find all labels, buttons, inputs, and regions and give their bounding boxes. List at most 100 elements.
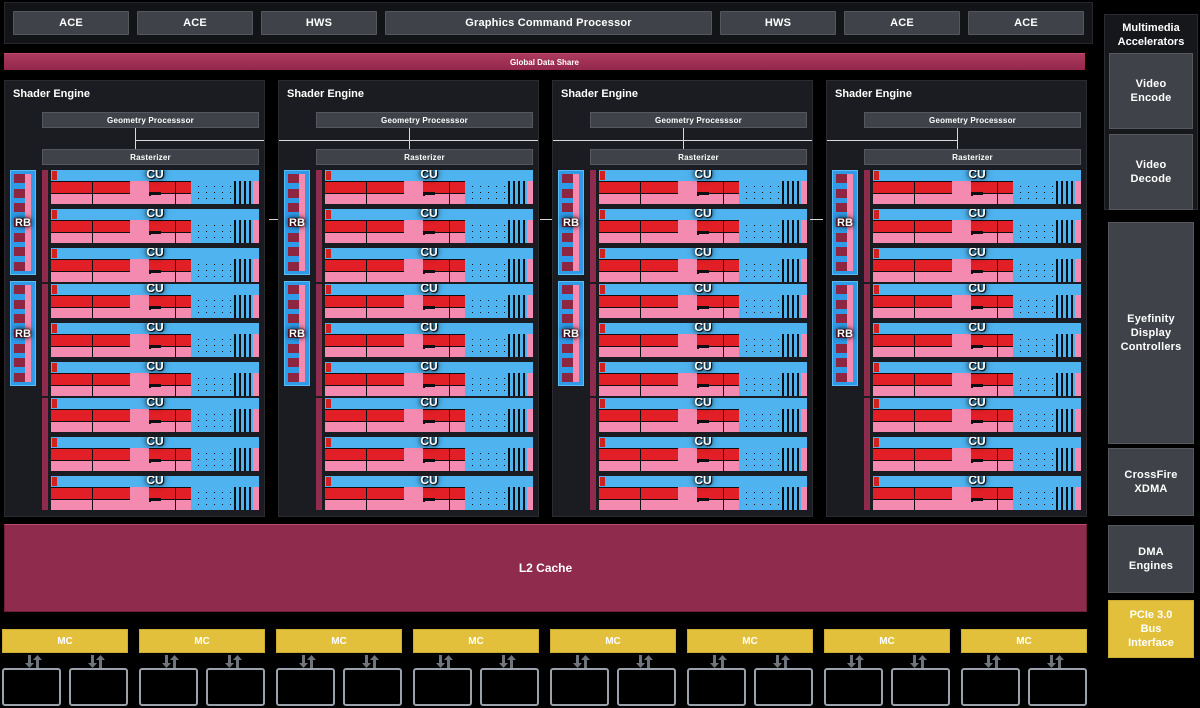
compute-unit[interactable]: CU — [325, 284, 533, 318]
compute-unit[interactable]: CU — [599, 362, 807, 396]
cu-simd-lane — [599, 221, 640, 232]
compute-unit[interactable]: CU — [599, 437, 807, 471]
compute-unit[interactable]: CU — [873, 362, 1081, 396]
rasterizer-block[interactable]: Rasterizer — [864, 149, 1081, 165]
bidirectional-arrow-icon — [709, 655, 729, 668]
compute-unit[interactable]: CU — [873, 284, 1081, 318]
compute-unit[interactable]: CU — [325, 170, 533, 204]
memory-chip-group — [413, 668, 539, 706]
cu-simd-lane — [873, 232, 914, 243]
cu-marker — [600, 171, 605, 180]
compute-unit[interactable]: CU — [51, 209, 259, 243]
render-backend-block[interactable]: RB — [284, 170, 310, 275]
memory-controller-block[interactable]: MC — [550, 629, 676, 653]
cu-register-file — [465, 295, 533, 318]
compute-unit[interactable]: CU — [873, 209, 1081, 243]
command-block-ace[interactable]: ACE — [137, 11, 253, 35]
compute-unit[interactable]: CU — [325, 437, 533, 471]
cu-scalar-unit — [678, 334, 697, 357]
render-backend-block[interactable]: RB — [558, 281, 584, 386]
shader-engine-3[interactable]: Shader Engine Geometry Processsor Rasteriz… — [552, 80, 813, 517]
compute-unit[interactable]: CU — [599, 170, 807, 204]
video-decode-block[interactable]: Video Decode — [1109, 134, 1193, 210]
cu-simd-array — [599, 409, 807, 432]
render-backend-block[interactable]: RB — [558, 170, 584, 275]
memory-controller-block[interactable]: MC — [824, 629, 950, 653]
cu-scheduler-bar — [599, 209, 807, 220]
command-block-ace[interactable]: ACE — [844, 11, 960, 35]
rasterizer-block[interactable]: Rasterizer — [316, 149, 533, 165]
compute-unit[interactable]: CU — [51, 170, 259, 204]
geometry-processor-block[interactable]: Geometry Processsor — [864, 112, 1081, 128]
cu-register-tail — [253, 373, 259, 396]
compute-unit[interactable]: CU — [599, 248, 807, 282]
compute-unit[interactable]: CU — [325, 209, 533, 243]
compute-unit[interactable]: CU — [873, 476, 1081, 510]
compute-unit[interactable]: CU — [51, 437, 259, 471]
compute-unit[interactable]: CU — [51, 284, 259, 318]
compute-unit-stack: CU CU CU — [325, 398, 533, 510]
cu-register-file — [1013, 220, 1081, 243]
render-backend-block[interactable]: RB — [284, 281, 310, 386]
cu-simd-lane — [914, 271, 956, 282]
rasterizer-block[interactable]: Rasterizer — [590, 149, 807, 165]
eyefinity-display-controllers-block[interactable]: Eyefinity Display Controllers — [1108, 222, 1194, 444]
compute-unit[interactable]: CU — [599, 398, 807, 432]
command-block-ace[interactable]: ACE — [13, 11, 129, 35]
rasterizer-block[interactable]: Rasterizer — [42, 149, 259, 165]
cu-register-tail — [801, 373, 807, 396]
cu-scheduler-bar — [873, 284, 1081, 295]
compute-unit[interactable]: CU — [325, 362, 533, 396]
compute-unit[interactable]: CU — [51, 398, 259, 432]
compute-unit[interactable]: CU — [873, 248, 1081, 282]
cu-simd-lane — [640, 271, 682, 282]
command-block-ace[interactable]: ACE — [968, 11, 1084, 35]
memory-controller-block[interactable]: MC — [2, 629, 128, 653]
pcie-bus-interface-block[interactable]: PCIe 3.0 Bus Interface — [1108, 600, 1194, 658]
compute-unit[interactable]: CU — [873, 398, 1081, 432]
compute-unit[interactable]: CU — [51, 323, 259, 357]
compute-unit[interactable]: CU — [599, 209, 807, 243]
geometry-processor-block[interactable]: Geometry Processsor — [590, 112, 807, 128]
compute-unit[interactable]: CU — [325, 398, 533, 432]
dma-engines-block[interactable]: DMA Engines — [1108, 525, 1194, 593]
memory-controller-block[interactable]: MC — [139, 629, 265, 653]
geometry-processor-block[interactable]: Geometry Processsor — [42, 112, 259, 128]
memory-controller-block[interactable]: MC — [276, 629, 402, 653]
compute-unit[interactable]: CU — [325, 476, 533, 510]
cu-register-file — [465, 220, 533, 243]
command-block-graphics-command-processor[interactable]: Graphics Command Processor — [385, 11, 712, 35]
compute-unit[interactable]: CU — [51, 476, 259, 510]
shader-engine-4[interactable]: Shader Engine Geometry Processsor Rasteriz… — [826, 80, 1087, 517]
cu-simd-lane — [51, 182, 92, 193]
crossfire-xdma-block[interactable]: CrossFire XDMA — [1108, 448, 1194, 516]
geometry-processor-block[interactable]: Geometry Processsor — [316, 112, 533, 128]
cu-register-tail — [1075, 487, 1081, 510]
cu-simd-lane — [325, 182, 366, 193]
memory-controller-block[interactable]: MC — [961, 629, 1087, 653]
render-backend-block[interactable]: RB — [832, 170, 858, 275]
render-backend-block[interactable]: RB — [10, 170, 36, 275]
compute-unit[interactable]: CU — [599, 284, 807, 318]
compute-unit[interactable]: CU — [599, 476, 807, 510]
render-backend-block[interactable]: RB — [10, 281, 36, 386]
command-block-hws[interactable]: HWS — [261, 11, 377, 35]
memory-controller-block[interactable]: MC — [687, 629, 813, 653]
cu-marker — [874, 399, 879, 408]
command-block-hws[interactable]: HWS — [720, 11, 836, 35]
compute-unit[interactable]: CU — [873, 170, 1081, 204]
compute-unit[interactable]: CU — [599, 323, 807, 357]
compute-unit[interactable]: CU — [325, 323, 533, 357]
compute-unit[interactable]: CU — [873, 323, 1081, 357]
compute-unit[interactable]: CU — [51, 362, 259, 396]
compute-unit[interactable]: CU — [51, 248, 259, 282]
memory-controller-block[interactable]: MC — [413, 629, 539, 653]
compute-unit[interactable]: CU — [325, 248, 533, 282]
cu-marker — [874, 171, 879, 180]
shader-engine-2[interactable]: Shader Engine Geometry Processsor Rasteriz… — [278, 80, 539, 517]
bidirectional-arrow-icon — [772, 655, 792, 668]
render-backend-block[interactable]: RB — [832, 281, 858, 386]
shader-engine-1[interactable]: Shader Engine Geometry Processsor Rasteriz… — [4, 80, 265, 517]
video-encode-block[interactable]: Video Encode — [1109, 53, 1193, 129]
compute-unit[interactable]: CU — [873, 437, 1081, 471]
